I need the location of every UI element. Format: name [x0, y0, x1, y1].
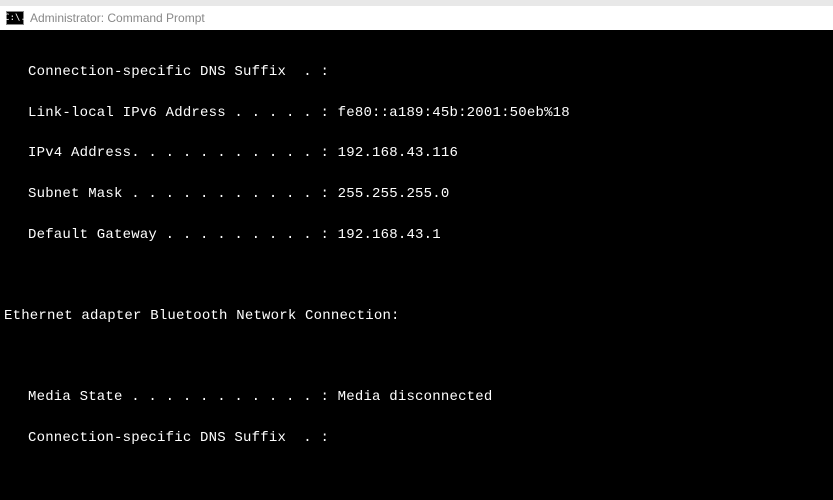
dns-suffix-line: Connection-specific DNS Suffix . :	[4, 62, 829, 82]
dns-suffix-line-2: Connection-specific DNS Suffix . :	[4, 428, 829, 448]
gateway-line: Default Gateway . . . . . . . . . : 192.…	[4, 225, 829, 245]
ipv4-line: IPv4 Address. . . . . . . . . . . : 192.…	[4, 143, 829, 163]
media-state-line: Media State . . . . . . . . . . . : Medi…	[4, 387, 829, 407]
ipv6-line: Link-local IPv6 Address . . . . . : fe80…	[4, 103, 829, 123]
subnet-line: Subnet Mask . . . . . . . . . . . : 255.…	[4, 184, 829, 204]
terminal-output[interactable]: Connection-specific DNS Suffix . : Link-…	[0, 30, 833, 500]
blank-line	[4, 265, 829, 285]
window-titlebar[interactable]: C:\. Administrator: Command Prompt	[0, 0, 833, 30]
window-title: Administrator: Command Prompt	[30, 11, 205, 25]
adapter-header: Ethernet adapter Bluetooth Network Conne…	[4, 306, 829, 326]
cmd-icon: C:\.	[6, 11, 24, 25]
blank-line	[4, 346, 829, 366]
blank-line	[4, 468, 829, 488]
